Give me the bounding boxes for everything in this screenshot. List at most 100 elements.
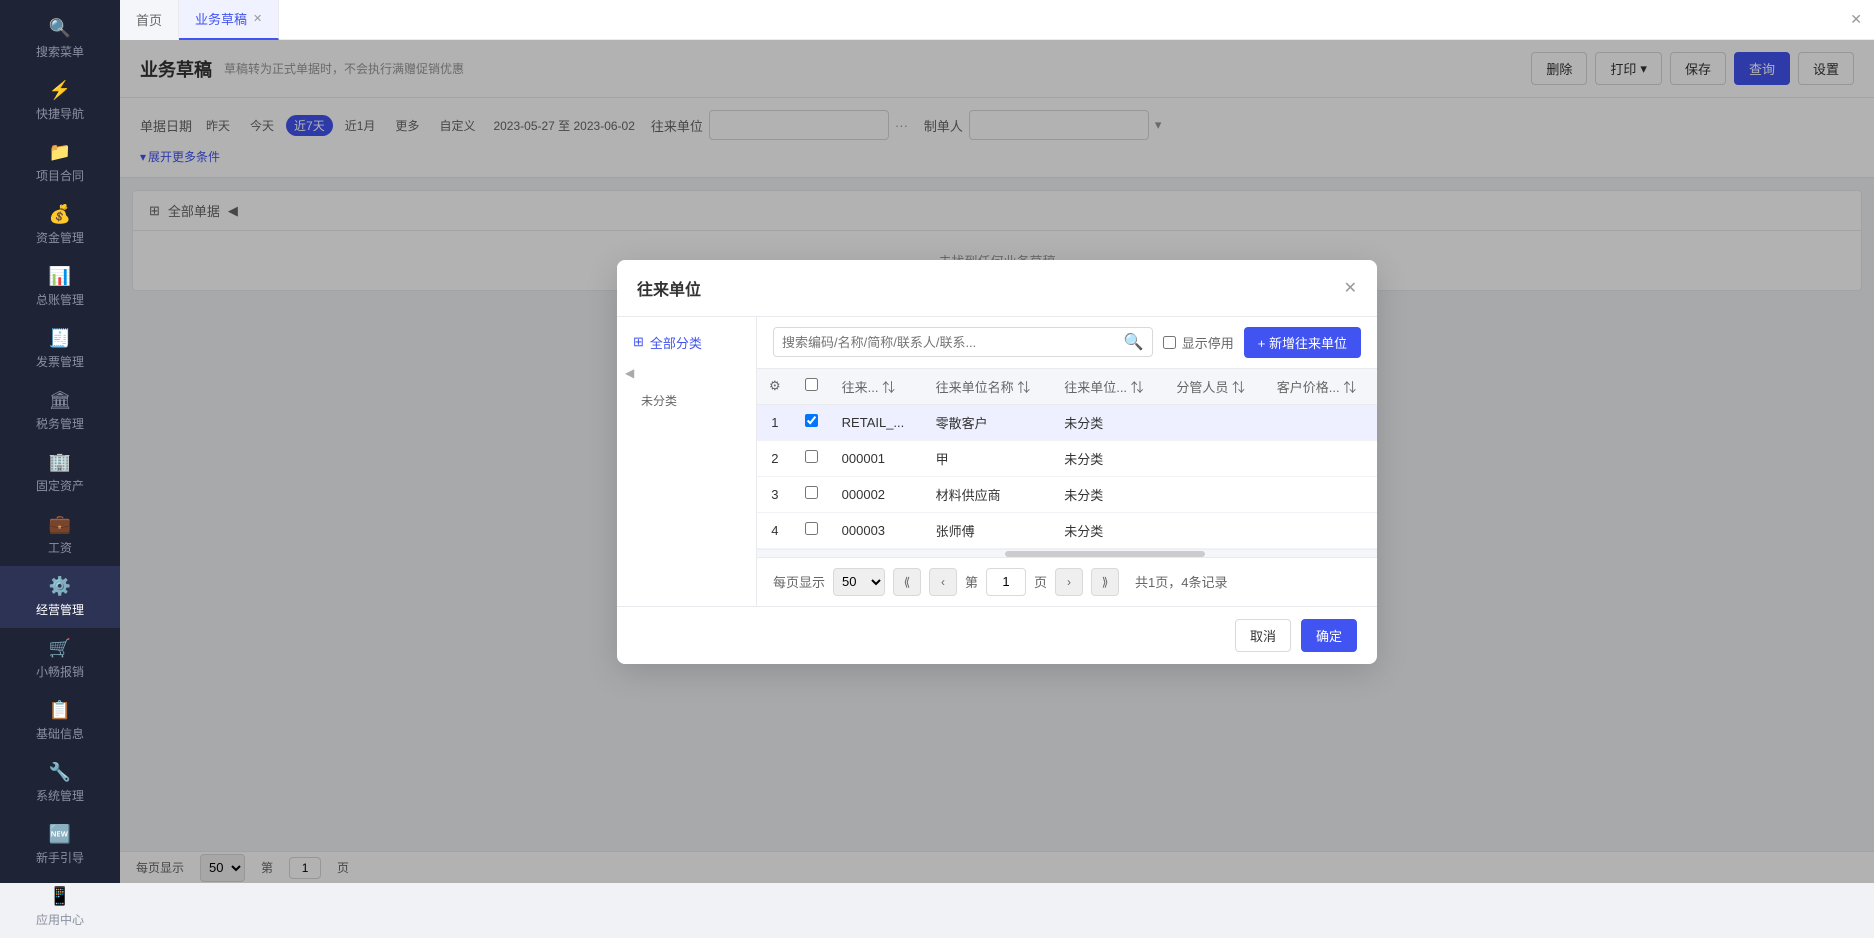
row-check[interactable] <box>793 404 830 440</box>
sysadmin-icon: 🔧 <box>49 762 71 783</box>
quicknav-icon: ⚡ <box>49 80 71 101</box>
sidebar-item-salary[interactable]: 💼 工资 <box>0 504 120 566</box>
table-row[interactable]: 4 000003 张师傅 未分类 <box>757 512 1377 548</box>
page-first-btn[interactable]: ⟪ <box>893 568 921 596</box>
main-area: 首页 业务草稿 ✕ ✕ 业务草稿 草稿转为正式单据时，不会执行满赠促销优惠 删除… <box>120 0 1874 883</box>
row-category: 未分类 <box>1052 404 1164 440</box>
sidebar-item-label: 固定资产 <box>36 477 84 494</box>
sidebar-item-sysadmin[interactable]: 🔧 系统管理 <box>0 752 120 814</box>
table-row[interactable]: 2 000001 甲 未分类 <box>757 440 1377 476</box>
col-manager[interactable]: 分管人员 ⇅ <box>1164 369 1264 405</box>
sidebar-item-invoice[interactable]: 🧾 发票管理 <box>0 318 120 380</box>
sidebar-item-label: 小畅报销 <box>36 663 84 680</box>
row-check[interactable] <box>793 476 830 512</box>
dialog-toolbar: 🔍 显示停用 + 新增往来单位 <box>757 317 1377 369</box>
row-num: 4 <box>757 512 793 548</box>
dialog-sidebar-collapse[interactable]: ◀ <box>617 360 756 386</box>
tab-draft[interactable]: 业务草稿 ✕ <box>179 0 279 40</box>
row-manager <box>1164 440 1264 476</box>
dialog-search-input[interactable] <box>782 335 1118 350</box>
finance-icon: 💰 <box>49 204 71 225</box>
col-settings[interactable]: ⚙ <box>757 369 793 405</box>
dialog-sidebar-all[interactable]: ⊞ 全部分类 <box>617 325 756 360</box>
row-partner-name: 材料供应商 <box>924 476 1053 512</box>
total-records: 共1页，4条记录 <box>1135 572 1227 591</box>
row-category: 未分类 <box>1052 476 1164 512</box>
page-number-input[interactable] <box>986 568 1026 596</box>
row-price <box>1265 476 1377 512</box>
col-code[interactable]: 往来... ⇅ <box>830 369 924 405</box>
col-name[interactable]: 往来单位名称 ⇅ <box>924 369 1053 405</box>
dialog-header: 往来单位 ✕ <box>617 260 1377 317</box>
row-code: 000001 <box>830 440 924 476</box>
sidebar-item-retail[interactable]: 🛒 小畅报销 <box>0 628 120 690</box>
row-price <box>1265 512 1377 548</box>
page-prev-btn[interactable]: ‹ <box>929 568 957 596</box>
row-code: RETAIL_... <box>830 404 924 440</box>
page-last-btn[interactable]: ⟫ <box>1091 568 1119 596</box>
sidebar-item-search[interactable]: 🔍 搜索菜单 <box>0 8 120 70</box>
row-manager <box>1164 476 1264 512</box>
sidebar-item-ops[interactable]: ⚙️ 经营管理 <box>0 566 120 628</box>
sidebar-item-appstore[interactable]: 📱 应用中心 <box>0 876 120 938</box>
partner-table: ⚙ 往来... ⇅ 往来单位名称 ⇅ 往来单位... ⇅ 分管人员 ⇅ 客户价格… <box>757 369 1377 549</box>
dialog-title: 往来单位 <box>637 276 701 300</box>
per-page-label: 每页显示 <box>773 572 825 591</box>
dialog-search-box: 🔍 <box>773 327 1153 357</box>
tab-draft-close[interactable]: ✕ <box>253 12 262 25</box>
col-price[interactable]: 客户价格... ⇅ <box>1265 369 1377 405</box>
row-check[interactable] <box>793 440 830 476</box>
show-disabled-check[interactable] <box>1163 336 1176 349</box>
add-partner-button[interactable]: + 新增往来单位 <box>1244 327 1361 358</box>
cancel-button[interactable]: 取消 <box>1235 619 1291 652</box>
row-price <box>1265 440 1377 476</box>
sidebar-item-label: 应用中心 <box>36 911 84 928</box>
row-category: 未分类 <box>1052 512 1164 548</box>
sidebar-item-label: 发票管理 <box>36 353 84 370</box>
confirm-button[interactable]: 确定 <box>1301 619 1357 652</box>
sidebar-item-accounting[interactable]: 📊 总账管理 <box>0 256 120 318</box>
table-row[interactable]: 3 000002 材料供应商 未分类 <box>757 476 1377 512</box>
col-category[interactable]: 往来单位... ⇅ <box>1052 369 1164 405</box>
dialog-sidebar-uncategorized[interactable]: 未分类 <box>617 386 756 415</box>
sidebar-item-label: 新手引导 <box>36 849 84 866</box>
sidebar-item-label: 税务管理 <box>36 415 84 432</box>
row-check[interactable] <box>793 512 830 548</box>
dialog-main: 🔍 显示停用 + 新增往来单位 <box>757 317 1377 606</box>
sidebar-item-assets[interactable]: 🏢 固定资产 <box>0 442 120 504</box>
assets-icon: 🏢 <box>49 452 71 473</box>
per-page-select[interactable]: 50 20 100 <box>833 568 885 596</box>
sidebar-item-newguide[interactable]: 🆕 新手引导 <box>0 814 120 876</box>
sidebar-item-project[interactable]: 📁 项目合同 <box>0 132 120 194</box>
basic-icon: 📋 <box>49 700 71 721</box>
show-disabled-checkbox[interactable]: 显示停用 <box>1163 333 1234 352</box>
salary-icon: 💼 <box>49 514 71 535</box>
tab-bar: 首页 业务草稿 ✕ ✕ <box>120 0 1874 40</box>
row-num: 2 <box>757 440 793 476</box>
sidebar-item-finance[interactable]: 💰 资金管理 <box>0 194 120 256</box>
dialog-table-wrap: ⚙ 往来... ⇅ 往来单位名称 ⇅ 往来单位... ⇅ 分管人员 ⇅ 客户价格… <box>757 369 1377 549</box>
dialog-overlay: 往来单位 ✕ ⊞ 全部分类 ◀ 未分类 <box>120 40 1874 883</box>
sidebar-item-label: 总账管理 <box>36 291 84 308</box>
tax-icon: 🏛 <box>49 390 72 411</box>
dialog-body: ⊞ 全部分类 ◀ 未分类 <box>617 317 1377 606</box>
tab-home-label: 首页 <box>136 10 162 29</box>
tab-home[interactable]: 首页 <box>120 0 179 40</box>
row-manager <box>1164 404 1264 440</box>
sidebar-item-tax[interactable]: 🏛 税务管理 <box>0 380 120 442</box>
page-next-btn[interactable]: › <box>1055 568 1083 596</box>
sidebar-item-label: 资金管理 <box>36 229 84 246</box>
sidebar-item-basic[interactable]: 📋 基础信息 <box>0 690 120 752</box>
tab-draft-label: 业务草稿 <box>195 9 247 28</box>
select-all-checkbox[interactable] <box>805 378 818 391</box>
sidebar-item-quicknav[interactable]: ⚡ 快捷导航 <box>0 70 120 132</box>
sidebar-item-label: 工资 <box>48 539 72 556</box>
dialog-close-button[interactable]: ✕ <box>1344 278 1357 298</box>
row-partner-name: 甲 <box>924 440 1053 476</box>
table-row[interactable]: 1 RETAIL_... 零散客户 未分类 <box>757 404 1377 440</box>
row-num: 1 <box>757 404 793 440</box>
col-check[interactable] <box>793 369 830 405</box>
window-close-icon[interactable]: ✕ <box>1850 11 1862 28</box>
retail-icon: 🛒 <box>49 638 71 659</box>
sidebar-item-label: 项目合同 <box>36 167 84 184</box>
